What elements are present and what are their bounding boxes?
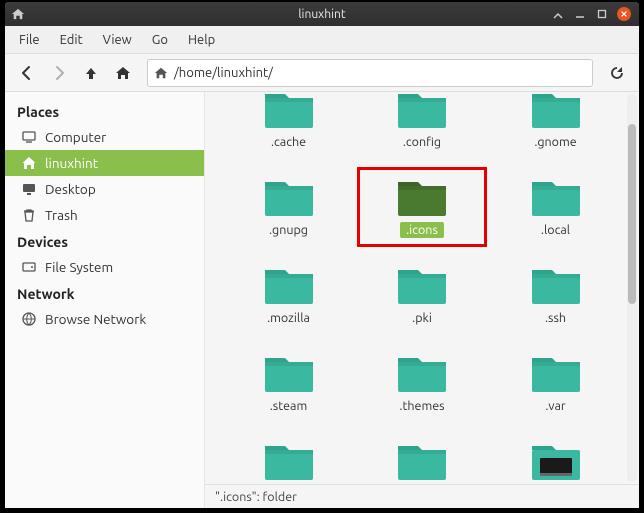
close-button[interactable] <box>617 7 631 21</box>
menu-go[interactable]: Go <box>144 30 176 50</box>
sidebar-item-trash[interactable]: Trash <box>5 202 204 228</box>
folder-label: .var <box>539 398 571 414</box>
folder-label: .pki <box>406 310 438 326</box>
scrollbar[interactable] <box>627 94 637 482</box>
folder-icons[interactable]: .icons <box>362 172 482 242</box>
home-button[interactable] <box>109 59 137 87</box>
path-bar[interactable]: /home/linuxhint/ <box>147 59 593 87</box>
folder-icon <box>530 440 582 482</box>
network-header: Network <box>5 280 204 306</box>
sidebar-item-computer[interactable]: Computer <box>5 124 204 150</box>
home-icon <box>11 8 25 20</box>
folder-icon <box>263 92 315 130</box>
folder-gnome[interactable]: .gnome <box>496 92 616 154</box>
toolbar: /home/linuxhint/ <box>5 54 639 92</box>
back-button[interactable] <box>13 59 41 87</box>
folder-config[interactable]: .config <box>362 92 482 154</box>
file-grid-viewport[interactable]: .cache .config .gnome .gnupg .icons .local .mo… <box>205 92 639 484</box>
menu-help[interactable]: Help <box>180 30 223 50</box>
folder-icon <box>396 440 448 482</box>
folder-mozilla[interactable]: .mozilla <box>229 260 349 330</box>
folder-icon <box>396 92 448 130</box>
status-text: ".icons": folder <box>215 490 297 504</box>
folder-label: .gnupg <box>263 222 314 238</box>
path-text: /home/linuxhint/ <box>174 66 273 80</box>
scrollbar-thumb[interactable] <box>628 124 636 304</box>
folder-steam[interactable]: .steam <box>229 348 349 418</box>
desktop-icon <box>21 181 37 197</box>
menu-view[interactable]: View <box>95 30 140 50</box>
folder-desktop[interactable]: Desktop <box>496 436 616 484</box>
sidebar-item-label: Trash <box>45 207 78 223</box>
folder-label: .config <box>397 134 447 150</box>
trash-icon <box>21 207 37 223</box>
monitor-icon <box>21 129 37 145</box>
folder-icon <box>530 352 582 394</box>
folder-icon <box>263 440 315 482</box>
folder-label: .steam <box>264 398 314 414</box>
minimize-button[interactable] <box>573 7 587 21</box>
maximize-button[interactable] <box>595 7 609 21</box>
devices-header: Devices <box>5 228 204 254</box>
folder-icon <box>530 176 582 218</box>
forward-button[interactable] <box>45 59 73 87</box>
menu-file[interactable]: File <box>11 30 48 50</box>
folder-icon <box>396 264 448 306</box>
folder-label: .cache <box>265 134 312 150</box>
titlebar: linuxhint <box>5 2 639 26</box>
folder-icon <box>263 264 315 306</box>
sidebar-item-browse-network[interactable]: Browse Network <box>5 306 204 332</box>
globe-icon <box>21 311 37 327</box>
home-icon <box>154 66 168 80</box>
folder-label: .local <box>535 222 576 238</box>
sidebar-item-label: Desktop <box>45 181 96 197</box>
sidebar-item-label: File System <box>45 259 113 275</box>
folder-pki[interactable]: .pki <box>362 260 482 330</box>
reload-button[interactable] <box>603 59 631 87</box>
folder-icon <box>396 176 448 218</box>
folder-vscode[interactable]: .vscode <box>229 436 349 484</box>
sidebar-item-label: Browse Network <box>45 311 146 327</box>
menubar: FileEditViewGoHelp <box>5 26 639 54</box>
folder-gnupg[interactable]: .gnupg <box>229 172 349 242</box>
folder-label: .icons <box>400 222 444 238</box>
menu-edit[interactable]: Edit <box>52 30 91 50</box>
sidebar-item-desktop[interactable]: Desktop <box>5 176 204 202</box>
folder-icon <box>263 176 315 218</box>
window-title: linuxhint <box>298 8 345 21</box>
restore-icon[interactable] <box>551 7 565 21</box>
home-icon <box>21 155 37 171</box>
sidebar-item-label: linuxhint <box>45 155 98 171</box>
sidebar-item-linuxhint[interactable]: linuxhint <box>5 150 204 176</box>
folder-cache[interactable]: .cache <box>229 92 349 154</box>
folder-label: .mozilla <box>261 310 316 326</box>
sidebar-item-label: Computer <box>45 129 106 145</box>
folder-local[interactable]: .local <box>496 172 616 242</box>
folder-ssh[interactable]: .ssh <box>496 260 616 330</box>
folder-wine[interactable]: .wine <box>362 436 482 484</box>
up-button[interactable] <box>77 59 105 87</box>
folder-icon <box>396 352 448 394</box>
folder-icon <box>530 92 582 130</box>
folder-label: .themes <box>393 398 450 414</box>
sidebar-item-file-system[interactable]: File System <box>5 254 204 280</box>
folder-label: .ssh <box>539 310 572 326</box>
folder-label: .gnome <box>528 134 582 150</box>
folder-themes[interactable]: .themes <box>362 348 482 418</box>
folder-icon <box>530 264 582 306</box>
file-manager-window: linuxhint FileEditViewGoHelp /home/linux… <box>5 2 639 508</box>
sidebar: Places Computer linuxhint Desktop Trash Dev… <box>5 92 205 508</box>
disk-icon <box>21 259 37 275</box>
folder-icon <box>263 352 315 394</box>
status-bar: ".icons": folder <box>205 484 639 508</box>
places-header: Places <box>5 98 204 124</box>
folder-var[interactable]: .var <box>496 348 616 418</box>
